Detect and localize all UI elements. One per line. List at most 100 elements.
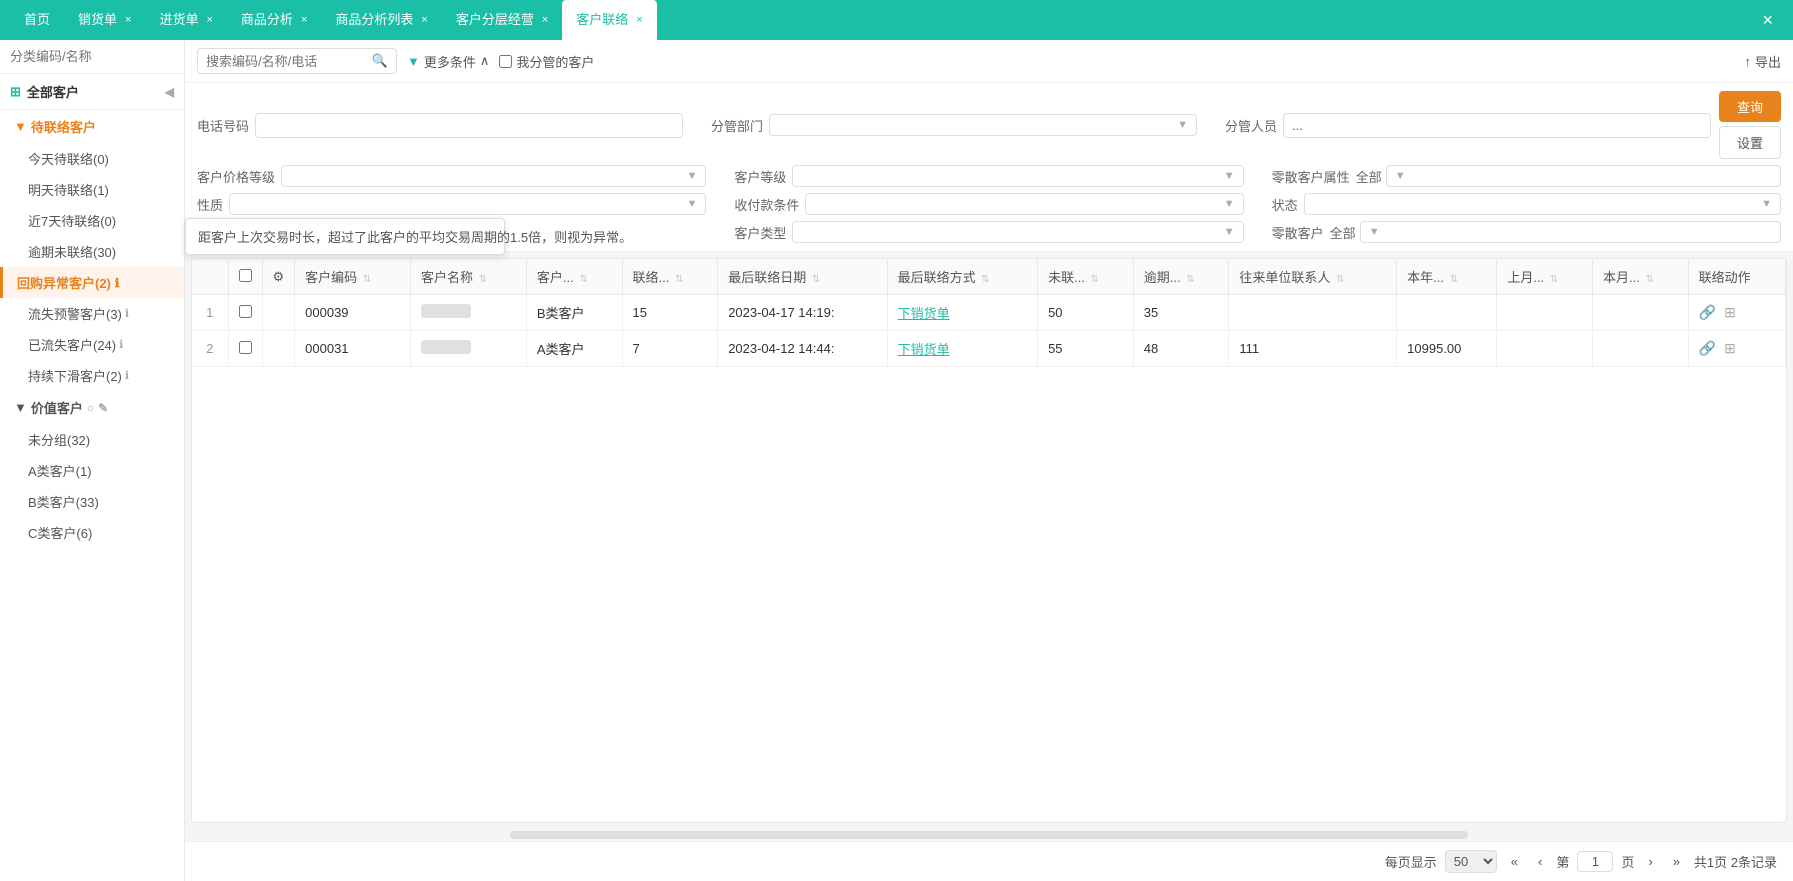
col-code[interactable]: 客户编码 ⇅	[295, 259, 411, 295]
col-name[interactable]: 客户名称 ⇅	[411, 259, 527, 295]
action-grid-icon[interactable]: ⊞	[1724, 340, 1736, 357]
select-all-checkbox[interactable]	[239, 269, 252, 282]
nav-sales[interactable]: 销货单 ×	[64, 0, 145, 40]
sidebar-item-class-c[interactable]: C类客户(6)	[0, 517, 184, 548]
col-type[interactable]: 客户... ⇅	[526, 259, 622, 295]
retail-cust-caret: ▼	[1369, 226, 1380, 238]
col-overdue[interactable]: 逾期... ⇅	[1133, 259, 1229, 295]
row-checkbox[interactable]	[239, 341, 252, 354]
col-this-year[interactable]: 本年... ⇅	[1397, 259, 1497, 295]
filter-price-grade-select[interactable]: ▼	[281, 165, 706, 187]
sidebar-item-repurchase[interactable]: 回购异常客户(2) ℹ	[0, 267, 184, 298]
sidebar-item-class-a[interactable]: A类客户(1)	[0, 455, 184, 486]
query-button[interactable]: 查询	[1719, 91, 1781, 122]
all-customers-header[interactable]: ⊞ 全部客户 ◀	[0, 74, 184, 110]
col-contact-sort: ⇅	[675, 274, 683, 285]
nav-product-list[interactable]: 商品分析列表 ×	[321, 0, 441, 40]
main-search-input[interactable]	[206, 54, 372, 69]
row-overdue: 48	[1133, 331, 1229, 367]
sidebar-search-input[interactable]	[10, 49, 185, 64]
sidebar-item-ungrouped[interactable]: 未分组(32)	[0, 424, 184, 455]
filter-cust-type-select[interactable]: ▼	[792, 221, 1243, 243]
export-button[interactable]: ↑ 导出	[1744, 52, 1781, 71]
nav-home[interactable]: 首页	[10, 0, 64, 40]
page-number-input[interactable]	[1577, 851, 1613, 872]
nav-product-analysis[interactable]: 商品分析 ×	[227, 0, 321, 40]
row-name	[411, 331, 527, 367]
sidebar-item-declining[interactable]: 持续下滑客户(2) ℹ	[0, 360, 184, 391]
col-contact-person[interactable]: 往来单位联系人 ⇅	[1229, 259, 1397, 295]
filter-nature-select[interactable]: ▼	[229, 193, 706, 215]
action-grid-icon[interactable]: ⊞	[1724, 304, 1736, 321]
nav-sales-close[interactable]: ×	[125, 0, 131, 40]
filter-payment-select[interactable]: ▼	[805, 193, 1243, 215]
filter-cust-type: 客户类型 ▼	[734, 221, 1243, 243]
main-search-icon[interactable]: 🔍	[372, 53, 388, 69]
sidebar-collapse-btn[interactable]: ◀	[165, 85, 174, 99]
filter-retail-attr-select[interactable]: ▼	[1386, 165, 1781, 187]
nav-customer-contact-close[interactable]: ×	[636, 0, 642, 40]
nav-customer-segment[interactable]: 客户分层经营 ×	[442, 0, 562, 40]
filter-retail-cust-select[interactable]: ▼	[1360, 221, 1781, 243]
my-customer-checkbox[interactable]	[499, 55, 512, 68]
col-last-date[interactable]: 最后联络日期 ⇅	[718, 259, 887, 295]
triangle-icon-value: ▼	[14, 400, 27, 415]
col-contact[interactable]: 联络... ⇅	[622, 259, 718, 295]
value-group: ▼ 价值客户 ○ ✎ 未分组(32) A类客户(1) B类客户(33) C类客户…	[0, 391, 184, 548]
col-settings[interactable]: ⚙	[262, 259, 295, 295]
row-contact-person	[1229, 295, 1397, 331]
filter-status-select[interactable]: ▼	[1304, 193, 1781, 215]
per-page-select[interactable]: 50 100	[1445, 850, 1497, 873]
col-uncontacted[interactable]: 未联... ⇅	[1038, 259, 1134, 295]
pending-group-header[interactable]: ▼ 待联络客户	[0, 110, 184, 143]
action-link-icon[interactable]: 🔗	[1699, 304, 1716, 321]
sidebar-item-tomorrow[interactable]: 明天待联络(1)	[0, 174, 184, 205]
nav-customer-contact[interactable]: 客户联络 ×	[562, 0, 656, 40]
row-contact-person: 111	[1229, 331, 1397, 367]
sidebar-item-churn-warning[interactable]: 流失预警客户(3) ℹ	[0, 298, 184, 329]
col-last-method[interactable]: 最后联络方式 ⇅	[887, 259, 1037, 295]
sidebar-item-today[interactable]: 今天待联络(0)	[0, 143, 184, 174]
sidebar-item-7days[interactable]: 近7天待联络(0)	[0, 205, 184, 236]
settings-button[interactable]: 设置	[1719, 126, 1781, 159]
per-page-label: 每页显示	[1385, 852, 1437, 871]
col-name-sort: ⇅	[479, 274, 487, 285]
horizontal-scrollbar[interactable]	[191, 829, 1787, 841]
row-this-month	[1592, 295, 1688, 331]
row-contact: 7	[622, 331, 718, 367]
nav-purchase-close[interactable]: ×	[206, 0, 212, 40]
filter-manager-input[interactable]	[1283, 113, 1711, 138]
col-contact-person-sort: ⇅	[1336, 274, 1344, 285]
row-checkbox[interactable]	[239, 305, 252, 318]
nav-product-analysis-close[interactable]: ×	[301, 0, 307, 40]
filter-phone-input[interactable]	[255, 113, 683, 138]
row-last-method[interactable]: 下销货单	[887, 331, 1037, 367]
value-group-edit[interactable]: ✎	[98, 401, 108, 415]
value-group-header[interactable]: ▼ 价值客户 ○ ✎	[0, 391, 184, 424]
next-page-btn[interactable]: ›	[1642, 852, 1658, 871]
action-link-icon[interactable]: 🔗	[1699, 340, 1716, 357]
filter-dept-select[interactable]: ▼	[769, 114, 1197, 136]
col-this-month[interactable]: 本月... ⇅	[1592, 259, 1688, 295]
filter-cust-grade-label: 客户等级	[734, 167, 786, 186]
filter-phone: 电话号码	[197, 113, 683, 138]
more-filters-btn[interactable]: ▼ 更多条件 ∧	[407, 52, 489, 71]
sidebar-item-churned[interactable]: 已流失客户(24) ℹ	[0, 329, 184, 360]
row-last-method[interactable]: 下销货单	[887, 295, 1037, 331]
nav-customer-segment-close[interactable]: ×	[542, 0, 548, 40]
nav-product-list-close[interactable]: ×	[421, 0, 427, 40]
retail-attr-caret: ▼	[1395, 170, 1406, 182]
sidebar-item-class-b[interactable]: B类客户(33)	[0, 486, 184, 517]
window-close-button[interactable]: ×	[1752, 10, 1783, 31]
prev-page-btn[interactable]: ‹	[1532, 852, 1548, 871]
my-customer-checkbox-wrap[interactable]: 我分管的客户	[499, 52, 594, 71]
row-code: 000031	[295, 331, 411, 367]
col-last-month[interactable]: 上月... ⇅	[1497, 259, 1593, 295]
nav-purchase[interactable]: 进货单 ×	[145, 0, 226, 40]
first-page-btn[interactable]: «	[1505, 852, 1524, 871]
table-row: 2 000031 A类客户 7 2023-04-12 14:44: 下销货单 5…	[192, 331, 1786, 367]
last-page-btn[interactable]: »	[1667, 852, 1686, 871]
filter-cust-grade-select[interactable]: ▼	[792, 165, 1243, 187]
sidebar-item-overdue[interactable]: 逾期未联络(30)	[0, 236, 184, 267]
nature-caret: ▼	[686, 198, 697, 210]
